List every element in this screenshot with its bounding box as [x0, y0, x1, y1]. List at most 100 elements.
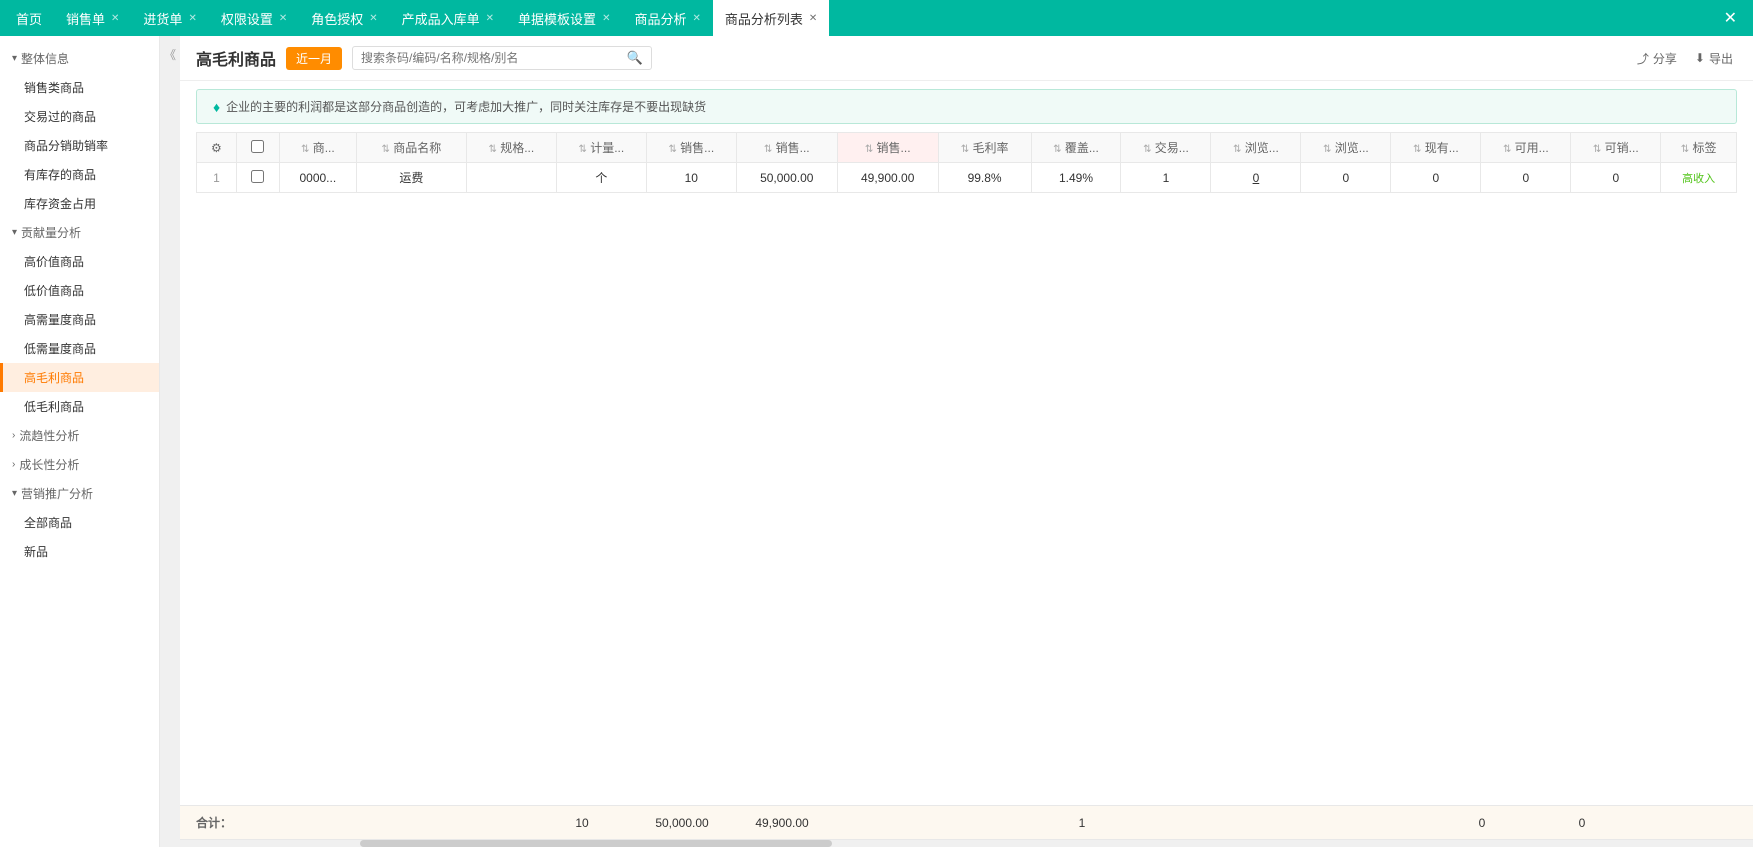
cell-available: 0 — [1481, 163, 1571, 193]
cell-sales-amount: 50,000.00 — [736, 163, 837, 193]
col-spec[interactable]: ⇅ 规格... — [466, 133, 556, 163]
sidebar-group-marketing[interactable]: ▾ 营销推广分析 — [0, 479, 159, 508]
expand-icon-2: ▾ — [12, 227, 17, 238]
row-checkbox[interactable] — [251, 170, 264, 183]
sidebar-item-low-demand[interactable]: 低需量度商品 — [0, 334, 159, 363]
share-button[interactable]: ⤴ 分享 — [1633, 48, 1681, 69]
filter-recent-month-button[interactable]: 近一月 — [286, 47, 342, 70]
sidebar-item-stock-capital[interactable]: 库存资金占用 — [0, 189, 159, 218]
cell-name: 运费 — [356, 163, 466, 193]
sidebar-item-high-value[interactable]: 高价值商品 — [0, 247, 159, 276]
footer-total-bar: 合计： 10 50,000.00 49,900.00 1 0 0 — [180, 805, 1753, 839]
close-product-inbound-tab[interactable]: ✕ — [486, 13, 494, 24]
col-settings[interactable]: ⚙ — [197, 133, 237, 163]
close-roles-tab[interactable]: ✕ — [369, 13, 377, 24]
footer-sellable: 0 — [1542, 816, 1622, 830]
close-permissions-tab[interactable]: ✕ — [279, 13, 287, 24]
col-browse1[interactable]: ⇅ 浏览... — [1211, 133, 1301, 163]
col-tag[interactable]: ⇅ 标签 — [1661, 133, 1737, 163]
col-gross-margin[interactable]: ⇅ 毛利率 — [938, 133, 1031, 163]
cell-browse1[interactable]: 0 — [1211, 163, 1301, 193]
sidebar-item-low-value[interactable]: 低价值商品 — [0, 276, 159, 305]
col-sales-qty[interactable]: ⇅ 销售... — [646, 133, 736, 163]
cell-sales-profit: 49,900.00 — [837, 163, 938, 193]
sidebar-item-new-goods[interactable]: 新品 — [0, 537, 159, 566]
close-analysis-list-tab[interactable]: ✕ — [809, 13, 817, 24]
col-name[interactable]: ⇅ 商品名称 — [356, 133, 466, 163]
share-icon: ⤴ — [1637, 50, 1649, 67]
content-header: 高毛利商品 近一月 🔍 ⤴ 分享 ⬇ 导出 — [180, 36, 1753, 81]
col-browse2[interactable]: ⇅ 浏览... — [1301, 133, 1391, 163]
sidebar-item-all-goods[interactable]: 全部商品 — [0, 508, 159, 537]
nav-template-settings[interactable]: 单据模板设置 ✕ — [506, 0, 622, 36]
col-current-stock[interactable]: ⇅ 现有... — [1391, 133, 1481, 163]
col-coverage[interactable]: ⇅ 覆盖... — [1031, 133, 1121, 163]
col-sales-amount[interactable]: ⇅ 销售... — [736, 133, 837, 163]
search-box: 🔍 — [352, 46, 652, 70]
sidebar-collapse-button[interactable]: 《 — [160, 36, 180, 847]
table-row: 1 0000... 运费 个 10 50,000.00 49,900.00 99… — [197, 163, 1737, 193]
cell-checkbox[interactable] — [236, 163, 279, 193]
sidebar-item-distribution-rate[interactable]: 商品分销助销率 — [0, 131, 159, 160]
footer-available: 0 — [1442, 816, 1522, 830]
nav-product-inbound[interactable]: 产成品入库单 ✕ — [390, 0, 506, 36]
footer-label: 合计： — [196, 814, 232, 831]
search-input[interactable] — [361, 51, 627, 65]
footer-trade-count: 1 — [1042, 816, 1122, 830]
table-wrapper: ⚙ ⇅ 商... ⇅ 商品名称 ⇅ 规格... ⇅ 计量... ⇅ 销售... … — [180, 132, 1753, 805]
sidebar-group-trend[interactable]: › 流趋性分析 — [0, 421, 159, 450]
sidebar-item-low-margin[interactable]: 低毛利商品 — [0, 392, 159, 421]
col-code[interactable]: ⇅ 商... — [279, 133, 356, 163]
scrollbar-thumb[interactable] — [360, 840, 832, 847]
footer-sales-amount: 50,000.00 — [642, 816, 722, 830]
select-all-checkbox[interactable] — [251, 140, 264, 153]
collapse-icon: 《 — [164, 46, 176, 63]
sidebar-item-high-margin[interactable]: 高毛利商品 — [0, 363, 159, 392]
cell-current-stock: 0 — [1391, 163, 1481, 193]
close-sales-tab[interactable]: ✕ — [111, 13, 119, 24]
nav-product-analysis-list[interactable]: 商品分析列表 ✕ — [713, 0, 829, 36]
col-sales-profit[interactable]: ⇅ 销售... — [837, 133, 938, 163]
cell-sales-qty: 10 — [646, 163, 736, 193]
bottom-scrollbar[interactable] — [180, 839, 1753, 847]
header-actions: ⤴ 分享 ⬇ 导出 — [1633, 48, 1737, 69]
footer-sales-profit: 49,900.00 — [742, 816, 822, 830]
sidebar-item-in-stock[interactable]: 有库存的商品 — [0, 160, 159, 189]
cell-trade-count: 1 — [1121, 163, 1211, 193]
nav-product-analysis[interactable]: 商品分析 ✕ — [622, 0, 712, 36]
cell-coverage: 1.49% — [1031, 163, 1121, 193]
sidebar-item-traded-goods[interactable]: 交易过的商品 — [0, 102, 159, 131]
sidebar-group-growth[interactable]: › 成长性分析 — [0, 450, 159, 479]
window-close-button[interactable]: ✕ — [1712, 8, 1749, 28]
nav-permissions[interactable]: 权限设置 ✕ — [209, 0, 299, 36]
expand-icon: ▾ — [12, 53, 17, 64]
export-icon: ⬇ — [1695, 51, 1705, 65]
page-title: 高毛利商品 — [196, 46, 276, 70]
sidebar-group-contribution[interactable]: ▾ 贡献量分析 — [0, 218, 159, 247]
cell-sellable: 0 — [1571, 163, 1661, 193]
col-unit[interactable]: ⇅ 计量... — [556, 133, 646, 163]
expand-icon-3: › — [12, 430, 15, 441]
close-purchase-tab[interactable]: ✕ — [188, 13, 196, 24]
col-sellable[interactable]: ⇅ 可销... — [1571, 133, 1661, 163]
sidebar: ▾ 整体信息 销售类商品 交易过的商品 商品分销助销率 有库存的商品 库存资金占… — [0, 36, 160, 847]
expand-icon-5: ▾ — [12, 488, 17, 499]
sidebar-group-overall[interactable]: ▾ 整体信息 — [0, 44, 159, 73]
sidebar-item-sales-goods[interactable]: 销售类商品 — [0, 73, 159, 102]
col-available[interactable]: ⇅ 可用... — [1481, 133, 1571, 163]
close-analysis-tab[interactable]: ✕ — [692, 13, 700, 24]
product-table: ⚙ ⇅ 商... ⇅ 商品名称 ⇅ 规格... ⇅ 计量... ⇅ 销售... … — [196, 132, 1737, 193]
nav-sales[interactable]: 销售单 ✕ — [54, 0, 131, 36]
close-template-tab[interactable]: ✕ — [602, 13, 610, 24]
cell-tag: 高收入 — [1661, 163, 1737, 193]
content-area: 高毛利商品 近一月 🔍 ⤴ 分享 ⬇ 导出 ♦ 企业的主要的利润都是这部分商品创… — [180, 36, 1753, 847]
nav-home[interactable]: 首页 — [4, 0, 54, 36]
nav-purchase[interactable]: 进货单 ✕ — [131, 0, 208, 36]
col-checkbox[interactable] — [236, 133, 279, 163]
export-button[interactable]: ⬇ 导出 — [1691, 48, 1737, 69]
sidebar-item-high-demand[interactable]: 高需量度商品 — [0, 305, 159, 334]
cell-browse2: 0 — [1301, 163, 1391, 193]
nav-roles[interactable]: 角色授权 ✕ — [299, 0, 389, 36]
search-icon[interactable]: 🔍 — [627, 50, 643, 66]
col-trade-count[interactable]: ⇅ 交易... — [1121, 133, 1211, 163]
